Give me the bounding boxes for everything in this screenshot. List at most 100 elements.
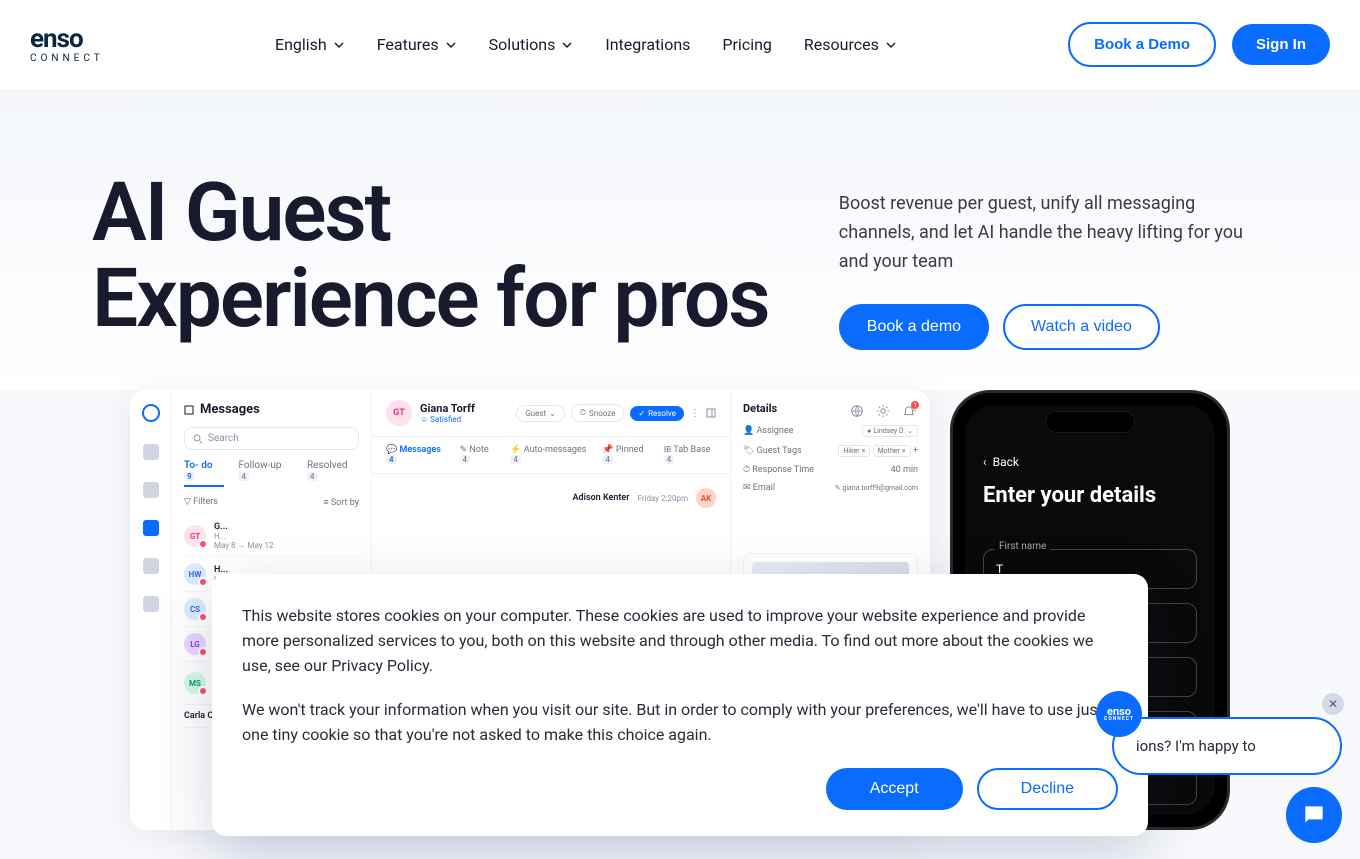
- message-sender: Adison Kenter: [573, 493, 630, 503]
- add-tag-button[interactable]: +: [913, 446, 918, 456]
- watch-video-button[interactable]: Watch a video: [1003, 304, 1160, 350]
- chat-close-button[interactable]: ✕: [1322, 693, 1344, 715]
- sidebar-briefcase-icon[interactable]: [143, 596, 159, 612]
- phone-back-button[interactable]: ‹ Back: [983, 455, 1197, 469]
- cookie-text-1: This website stores cookies on your comp…: [242, 604, 1118, 678]
- email-label: ✉ Email: [743, 483, 775, 493]
- cookie-actions: Accept Decline: [242, 768, 1118, 810]
- chat-fab-button[interactable]: [1286, 787, 1342, 843]
- guest-dropdown[interactable]: Guest ⌄: [516, 405, 565, 422]
- panel-icon: [184, 405, 194, 415]
- sidebar-inbox-icon[interactable]: [143, 520, 159, 536]
- cookie-consent-modal: This website stores cookies on your comp…: [212, 574, 1148, 836]
- guest-name: Giana Torff: [420, 402, 475, 415]
- guest-tag[interactable]: Hiker ×: [838, 445, 870, 457]
- status-dot-icon: [198, 686, 208, 696]
- chevron-down-icon: [445, 39, 457, 51]
- guest-avatar: GT: [386, 400, 412, 426]
- phone-firstname-label: First name: [995, 541, 1050, 552]
- nav-features-label: Features: [377, 35, 439, 54]
- book-demo-header-button[interactable]: Book a Demo: [1068, 22, 1216, 67]
- thread-tab-messages[interactable]: 💬 Messages 4: [386, 445, 446, 465]
- chevron-left-icon: ‹: [983, 455, 987, 469]
- hero-title: AI Guest Experience for pros: [92, 170, 779, 342]
- bell-icon[interactable]: 1: [902, 404, 916, 418]
- snooze-button[interactable]: ⏱ Snooze: [571, 404, 625, 422]
- thread-tab-tabbase[interactable]: ⊞ Tab Base 4: [664, 445, 716, 465]
- detail-email-row: ✉ Email ✎ giana.torff9@gmail.com: [743, 483, 918, 493]
- brand-name-bottom: CONNECT: [30, 54, 104, 64]
- header-actions: Book a Demo Sign In: [1068, 22, 1330, 67]
- message-row: Adison Kenter Friday 2:20pm AK: [386, 488, 716, 508]
- nav-english[interactable]: English: [275, 35, 345, 54]
- conversation-tabs: To- do 9 Follow-up 4 Resolved 4: [184, 460, 359, 487]
- conversation-item[interactable]: GT G... H... May 8 → May 12: [184, 516, 359, 557]
- panel-toggle-icon[interactable]: [706, 408, 716, 418]
- conversation-avatar: LG: [184, 633, 206, 655]
- detail-response-row: ⏱ Response Time 40 min: [743, 465, 918, 475]
- email-value[interactable]: ✎ giana.torff9@gmail.com: [835, 484, 918, 492]
- sign-in-button[interactable]: Sign In: [1232, 24, 1330, 65]
- conversation-preview: H...: [214, 532, 359, 541]
- sidebar-dashboard-icon[interactable]: [143, 444, 159, 460]
- search-input[interactable]: Search: [184, 427, 359, 450]
- brand-logo[interactable]: enso CONNECT: [30, 26, 104, 64]
- details-title: Details: [743, 402, 777, 415]
- chat-avatar: enso CONNECT: [1096, 691, 1142, 737]
- gear-icon[interactable]: [876, 404, 890, 418]
- nav-features[interactable]: Features: [377, 35, 457, 54]
- sidebar-users-icon[interactable]: [143, 558, 159, 574]
- guest-satisfaction-badge: ☺ Satisfied: [420, 415, 475, 424]
- cookie-decline-button[interactable]: Decline: [977, 768, 1118, 810]
- nav-solutions[interactable]: Solutions: [489, 35, 574, 54]
- hero-left: AI Guest Experience for pros: [92, 170, 779, 342]
- guest-tag[interactable]: Mother ×: [873, 445, 911, 457]
- sortby-button[interactable]: ≡ Sort by: [323, 497, 359, 508]
- hero-section: AI Guest Experience for pros Boost reven…: [0, 90, 1360, 390]
- close-icon: ✕: [1328, 697, 1338, 711]
- phone-back-label: Back: [993, 455, 1019, 469]
- brand-name-top: enso: [30, 26, 104, 52]
- tab-resolved[interactable]: Resolved 4: [307, 460, 359, 487]
- assignee-value[interactable]: ● Lindsey D. ⌄: [862, 425, 918, 437]
- status-dot-icon: [198, 612, 208, 622]
- tab-followup[interactable]: Follow-up 4: [238, 460, 293, 487]
- dashboard-sidebar: [130, 390, 172, 830]
- filter-sort-row: ▽ Filters ≡ Sort by: [184, 497, 359, 508]
- response-value: 40 min: [891, 465, 918, 475]
- detail-assignee-row: 👤 Assignee ● Lindsey D. ⌄: [743, 425, 918, 437]
- sender-avatar: AK: [696, 488, 716, 508]
- globe-icon[interactable]: [850, 404, 864, 418]
- site-header: enso CONNECT English Features Solutions …: [0, 0, 1360, 90]
- thread-tab-note[interactable]: ✎ Note 4: [460, 445, 497, 465]
- chat-bubble[interactable]: enso CONNECT ✕ ions? I'm happy to: [1112, 717, 1342, 775]
- phone-notch: [1045, 411, 1135, 433]
- filters-button[interactable]: ▽ Filters: [184, 497, 218, 508]
- search-placeholder: Search: [208, 433, 239, 444]
- status-dot-icon: [198, 577, 208, 587]
- chevron-down-icon: [333, 39, 345, 51]
- thread-tab-pinned[interactable]: 📌 Pinned 4: [602, 445, 649, 465]
- main-nav: English Features Solutions Integrations …: [275, 35, 897, 54]
- cookie-accept-button[interactable]: Accept: [826, 768, 963, 810]
- resolve-button[interactable]: ✓ Resolve: [630, 406, 684, 421]
- nav-integrations[interactable]: Integrations: [605, 35, 690, 54]
- nav-pricing-label: Pricing: [722, 35, 772, 54]
- response-label: ⏱ Response Time: [743, 465, 814, 475]
- more-icon[interactable]: ⋮: [690, 408, 700, 419]
- app-logo-icon[interactable]: [142, 404, 160, 422]
- detail-tags-row: 🏷 Guest Tags Hiker × Mother × +: [743, 445, 918, 457]
- thread-tab-auto[interactable]: ⚡ Auto-messages 4: [510, 445, 588, 465]
- conversation-avatar: CS: [184, 598, 206, 620]
- tab-todo[interactable]: To- do 9: [184, 460, 224, 487]
- sidebar-home-icon[interactable]: [143, 482, 159, 498]
- nav-pricing[interactable]: Pricing: [722, 35, 772, 54]
- assignee-label: 👤 Assignee: [743, 426, 793, 436]
- chevron-down-icon: [885, 39, 897, 51]
- tags-label: 🏷 Guest Tags: [743, 446, 802, 456]
- conversation-avatar: GT: [184, 525, 206, 547]
- nav-resources[interactable]: Resources: [804, 35, 897, 54]
- messages-panel-title: Messages: [200, 402, 260, 417]
- book-demo-hero-button[interactable]: Book a demo: [839, 304, 989, 350]
- nav-english-label: English: [275, 35, 327, 54]
